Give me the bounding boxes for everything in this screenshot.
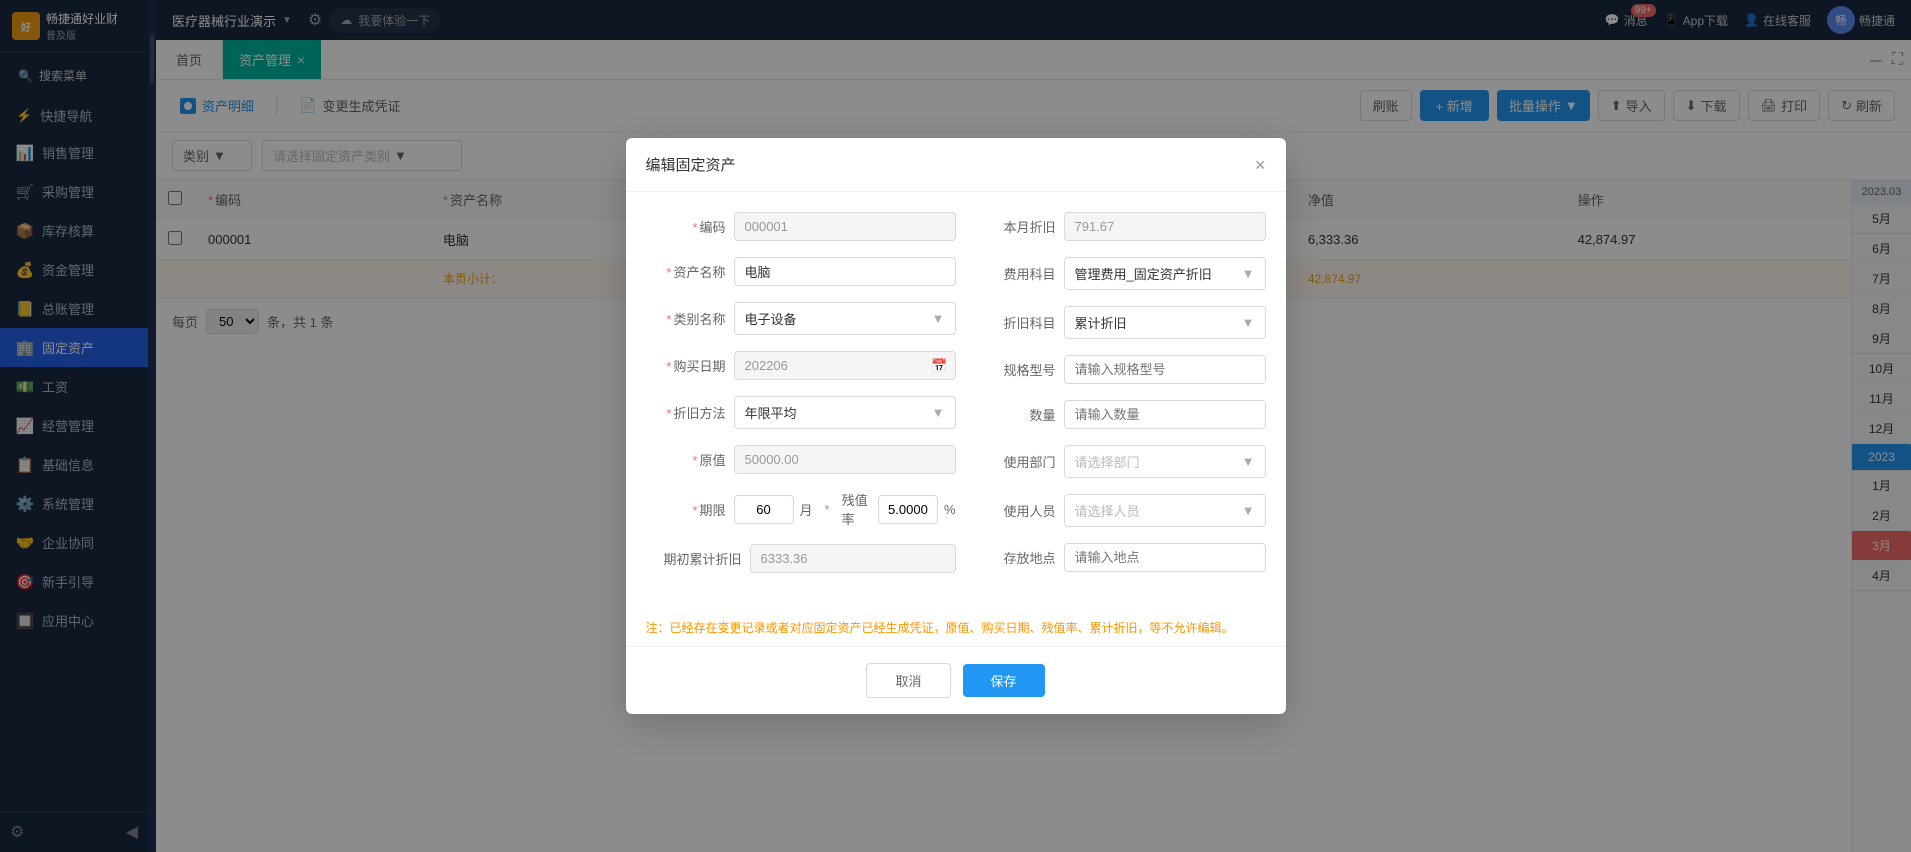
form-row-monthly-depreciation: 本月折旧: [976, 212, 1266, 241]
form-row-asset-name: *资产名称: [646, 257, 956, 286]
form-note: 注：已经存在变更记录或者对应固定资产已经生成凭证，原值、购买日期、残值率、累计折…: [626, 609, 1286, 646]
accumulated-depreciation-input[interactable]: [750, 544, 956, 573]
depreciation-method-select[interactable]: 年限平均 ▼: [734, 396, 956, 429]
user-select[interactable]: 请选择人员 ▼: [1064, 494, 1266, 527]
depreciation-subject-select[interactable]: 累计折旧 ▼: [1064, 306, 1266, 339]
modal-footer: 取消 保存: [626, 646, 1286, 714]
cancel-button[interactable]: 取消: [866, 663, 950, 698]
save-button[interactable]: 保存: [963, 664, 1045, 697]
category-select-arrow: ▼: [932, 311, 945, 326]
form-left-col: *编码 *资产名称 *类别名称 电子设备 ▼: [646, 212, 956, 589]
form-grid: *编码 *资产名称 *类别名称 电子设备 ▼: [646, 212, 1266, 589]
modal-body: *编码 *资产名称 *类别名称 电子设备 ▼: [626, 192, 1286, 609]
location-input[interactable]: [1064, 543, 1266, 572]
form-row-accumulated: 期初累计折旧: [646, 544, 956, 573]
category-select[interactable]: 电子设备 ▼: [734, 302, 956, 335]
form-right-col: 本月折旧 费用科目 管理费用_固定资产折旧 ▼ 折旧科目: [956, 212, 1266, 589]
purchase-date-input[interactable]: [734, 351, 956, 380]
form-row-location: 存放地点: [976, 543, 1266, 572]
expense-subject-arrow: ▼: [1242, 266, 1255, 281]
modal-title: 编辑固定资产: [646, 154, 736, 175]
depreciation-subject-arrow: ▼: [1242, 315, 1255, 330]
department-select-arrow: ▼: [1242, 454, 1255, 469]
original-value-input[interactable]: [734, 445, 956, 474]
period-separator: *: [825, 502, 830, 517]
quantity-input[interactable]: [1064, 400, 1266, 429]
calendar-picker-icon[interactable]: 📅: [931, 358, 947, 374]
period-input[interactable]: [734, 495, 794, 524]
code-input[interactable]: [734, 212, 956, 241]
form-row-period: *期限 月 * 残值率 %: [646, 490, 956, 528]
residual-rate-input[interactable]: [878, 495, 938, 524]
form-row-code: *编码: [646, 212, 956, 241]
edit-asset-modal: 编辑固定资产 × *编码 *资产名称: [626, 138, 1286, 714]
form-row-expense-subject: 费用科目 管理费用_固定资产折旧 ▼: [976, 257, 1266, 290]
form-row-quantity: 数量: [976, 400, 1266, 429]
form-row-original-value: *原值: [646, 445, 956, 474]
form-row-category: *类别名称 电子设备 ▼: [646, 302, 956, 335]
modal-overlay: 编辑固定资产 × *编码 *资产名称: [0, 0, 1911, 852]
asset-name-input[interactable]: [734, 257, 956, 286]
form-row-purchase-date: *购买日期 📅: [646, 351, 956, 380]
form-row-depreciation-method: *折旧方法 年限平均 ▼: [646, 396, 956, 429]
department-select[interactable]: 请选择部门 ▼: [1064, 445, 1266, 478]
modal-header: 编辑固定资产 ×: [626, 138, 1286, 192]
monthly-depreciation-input[interactable]: [1064, 212, 1266, 241]
user-select-arrow: ▼: [1242, 503, 1255, 518]
form-row-user: 使用人员 请选择人员 ▼: [976, 494, 1266, 527]
form-row-department: 使用部门 请选择部门 ▼: [976, 445, 1266, 478]
expense-subject-select[interactable]: 管理费用_固定资产折旧 ▼: [1064, 257, 1266, 290]
modal-close-button[interactable]: ×: [1255, 156, 1266, 174]
depreciation-method-arrow: ▼: [932, 405, 945, 420]
form-row-spec: 规格型号: [976, 355, 1266, 384]
spec-input[interactable]: [1064, 355, 1266, 384]
form-row-depreciation-subject: 折旧科目 累计折旧 ▼: [976, 306, 1266, 339]
